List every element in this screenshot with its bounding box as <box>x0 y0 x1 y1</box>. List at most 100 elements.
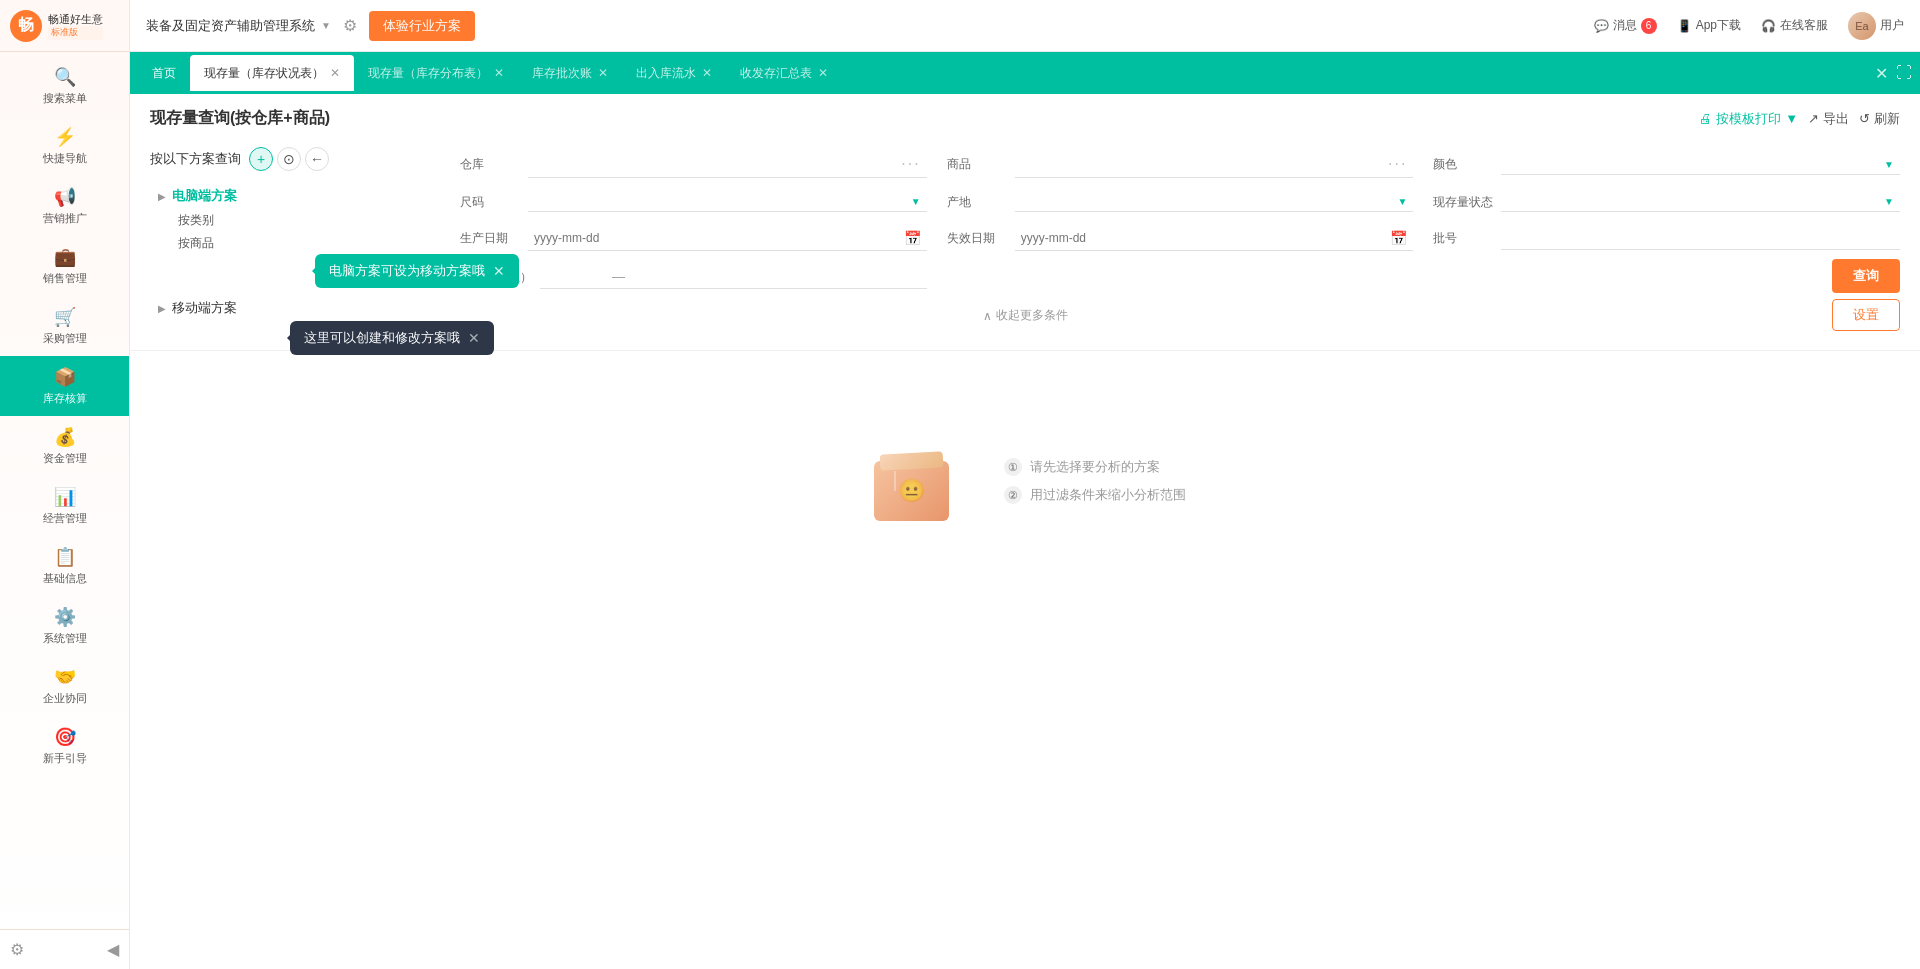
basicinfo-icon: 📋 <box>54 546 76 568</box>
filter-label: 按以下方案查询 <box>150 150 241 168</box>
settings-bottom-icon[interactable]: ⚙ <box>10 940 24 959</box>
sidebar-item-finance[interactable]: 💰 资金管理 <box>0 416 129 476</box>
stock-status-select[interactable]: ▼ <box>1501 192 1900 212</box>
system-dropdown-icon[interactable]: ▼ <box>321 20 331 31</box>
stock-max-input[interactable] <box>631 270 691 284</box>
mobile-icon: 📱 <box>1677 19 1692 33</box>
sidebar-item-system[interactable]: ⚙️ 系统管理 <box>0 596 129 656</box>
sidebar-item-inventory[interactable]: 📦 库存核算 <box>0 356 129 416</box>
scheme-tooltip-close[interactable]: ✕ <box>493 263 505 279</box>
refresh-button[interactable]: ↺ 刷新 <box>1859 110 1900 128</box>
empty-illustration: 😐 <box>864 431 964 531</box>
user-menu-button[interactable]: Ea 用户 <box>1848 12 1904 40</box>
sidebar-item-enterprise[interactable]: 🤝 企业协同 <box>0 656 129 716</box>
copy-scheme-button[interactable]: ⊙ <box>277 147 301 171</box>
export-icon: ↗ <box>1808 111 1819 126</box>
product-select[interactable]: ··· <box>1015 151 1414 178</box>
prev-scheme-button[interactable]: ← <box>305 147 329 171</box>
stock-qty-field: 现存量（主） — <box>460 265 927 289</box>
tab-batch-ledger[interactable]: 库存批次账 ✕ <box>518 55 622 91</box>
tab-close-icon[interactable]: ✕ <box>818 66 828 80</box>
tab-summary[interactable]: 收发存汇总表 ✕ <box>726 55 842 91</box>
product-dots[interactable]: ··· <box>1388 155 1407 173</box>
experience-button[interactable]: 体验行业方案 <box>369 11 475 41</box>
inventory-icon: 📦 <box>54 366 76 388</box>
origin-field: 产地 ▼ <box>947 192 1414 212</box>
tab-stock-status[interactable]: 现存量（库存状况表） ✕ <box>190 55 354 91</box>
message-icon: 💬 <box>1594 19 1609 33</box>
sidebar-item-basicinfo[interactable]: 📋 基础信息 <box>0 536 129 596</box>
filter-action-btns: + ⊙ ← <box>249 147 329 171</box>
tab-close-icon[interactable]: ✕ <box>330 66 340 80</box>
batch-input[interactable] <box>1501 227 1900 250</box>
sidebar-item-shortcut[interactable]: ⚡ 快捷导航 <box>0 116 129 176</box>
page-title: 现存量查询(按仓库+商品) <box>150 108 330 129</box>
avatar: Ea <box>1848 12 1876 40</box>
manufacture-date-field-input[interactable] <box>534 231 900 245</box>
expand-icon: ▶ <box>158 191 166 202</box>
sidebar-item-search[interactable]: 🔍 搜索菜单 <box>0 56 129 116</box>
collapse-up-icon: ∧ <box>983 309 992 323</box>
sidebar-item-guide[interactable]: 🎯 新手引导 <box>0 716 129 776</box>
collapse-button[interactable]: ∧ 收起更多条件 <box>983 307 1068 324</box>
tab-close-icon[interactable]: ✕ <box>494 66 504 80</box>
stock-status-label: 现存量状态 <box>1433 194 1493 211</box>
stock-min-input[interactable] <box>546 270 606 284</box>
size-select[interactable]: ▼ <box>528 192 927 212</box>
tab-close-all-icon[interactable]: ✕ <box>1875 64 1888 83</box>
expire-date-field-input[interactable] <box>1021 231 1387 245</box>
warehouse-label: 仓库 <box>460 156 520 173</box>
sidebar-item-purchase[interactable]: 🛒 采购管理 <box>0 296 129 356</box>
content-area: 现存量查询(按仓库+商品) 🖨 按模板打印 ▼ ↗ 导出 ↺ 刷新 <box>130 94 1920 969</box>
logo-area: 畅 畅通好生意 标准版 <box>0 0 129 52</box>
main-content: 现存量查询(按仓库+商品) 🖨 按模板打印 ▼ ↗ 导出 ↺ 刷新 <box>130 94 1920 969</box>
export-button[interactable]: ↗ 导出 <box>1808 110 1849 128</box>
manufacture-date-input[interactable]: 📅 <box>528 226 927 251</box>
online-service-button[interactable]: 🎧 在线客服 <box>1761 17 1828 34</box>
manufacture-date-field: 生产日期 📅 <box>460 226 927 251</box>
color-select[interactable]: ▼ <box>1501 155 1900 175</box>
warehouse-select[interactable]: ··· <box>528 151 927 178</box>
tab-inout-flow[interactable]: 出入库流水 ✕ <box>622 55 726 91</box>
header-settings-icon[interactable]: ⚙ <box>343 16 357 35</box>
template-print-button[interactable]: 🖨 按模板打印 ▼ <box>1699 110 1798 128</box>
color-field: 颜色 ▼ <box>1433 151 1900 178</box>
message-button[interactable]: 💬 消息 6 <box>1594 17 1657 34</box>
warehouse-dots[interactable]: ··· <box>901 155 920 173</box>
sidebar-item-management[interactable]: 📊 经营管理 <box>0 476 129 536</box>
tab-home[interactable]: 首页 <box>138 55 190 91</box>
sidebar-item-marketing[interactable]: 📢 营销推广 <box>0 176 129 236</box>
calendar-icon2[interactable]: 📅 <box>1390 230 1407 246</box>
origin-arrow-icon: ▼ <box>1397 196 1407 207</box>
sidebar-bottom: ⚙ ◀ <box>0 929 129 969</box>
page-header: 现存量查询(按仓库+商品) 🖨 按模板打印 ▼ ↗ 导出 ↺ 刷新 <box>130 94 1920 139</box>
print-dropdown-icon: ▼ <box>1785 111 1798 126</box>
hint-item-1: ① 请先选择要分析的方案 <box>1004 458 1186 476</box>
create-tooltip-close[interactable]: ✕ <box>468 330 480 346</box>
filter-row-3: 生产日期 📅 失效日期 📅 批号 <box>460 226 1900 251</box>
purchase-icon: 🛒 <box>54 306 76 328</box>
sidebar-item-sales[interactable]: 💼 销售管理 <box>0 236 129 296</box>
tab-close-icon[interactable]: ✕ <box>702 66 712 80</box>
app-download-button[interactable]: 📱 App下载 <box>1677 17 1741 34</box>
header-left: 装备及固定资产辅助管理系统 ▼ ⚙ 体验行业方案 <box>146 11 475 41</box>
tab-close-icon[interactable]: ✕ <box>598 66 608 80</box>
marketing-icon: 📢 <box>54 186 76 208</box>
tab-maximize-icon[interactable]: ⛶ <box>1896 64 1912 82</box>
expire-date-input[interactable]: 📅 <box>1015 226 1414 251</box>
add-scheme-button[interactable]: + <box>249 147 273 171</box>
origin-select[interactable]: ▼ <box>1015 192 1414 212</box>
tab-stock-dist[interactable]: 现存量（库存分布表） ✕ <box>354 55 518 91</box>
empty-hints: ① 请先选择要分析的方案 ② 用过滤条件来缩小分析范围 <box>1004 458 1186 504</box>
management-icon: 📊 <box>54 486 76 508</box>
reset-button[interactable]: 设置 <box>1832 299 1900 331</box>
product-field: 商品 ··· <box>947 151 1414 178</box>
search-button[interactable]: 查询 <box>1832 259 1900 293</box>
logo-icon: 畅 <box>10 10 42 42</box>
calendar-icon[interactable]: 📅 <box>904 230 921 246</box>
collapse-sidebar-icon[interactable]: ◀ <box>107 940 119 959</box>
header-right: 💬 消息 6 📱 App下载 🎧 在线客服 Ea 用户 <box>1594 12 1904 40</box>
manufacture-date-label: 生产日期 <box>460 230 520 247</box>
finance-icon: 💰 <box>54 426 76 448</box>
size-field: 尺码 ▼ <box>460 192 927 212</box>
